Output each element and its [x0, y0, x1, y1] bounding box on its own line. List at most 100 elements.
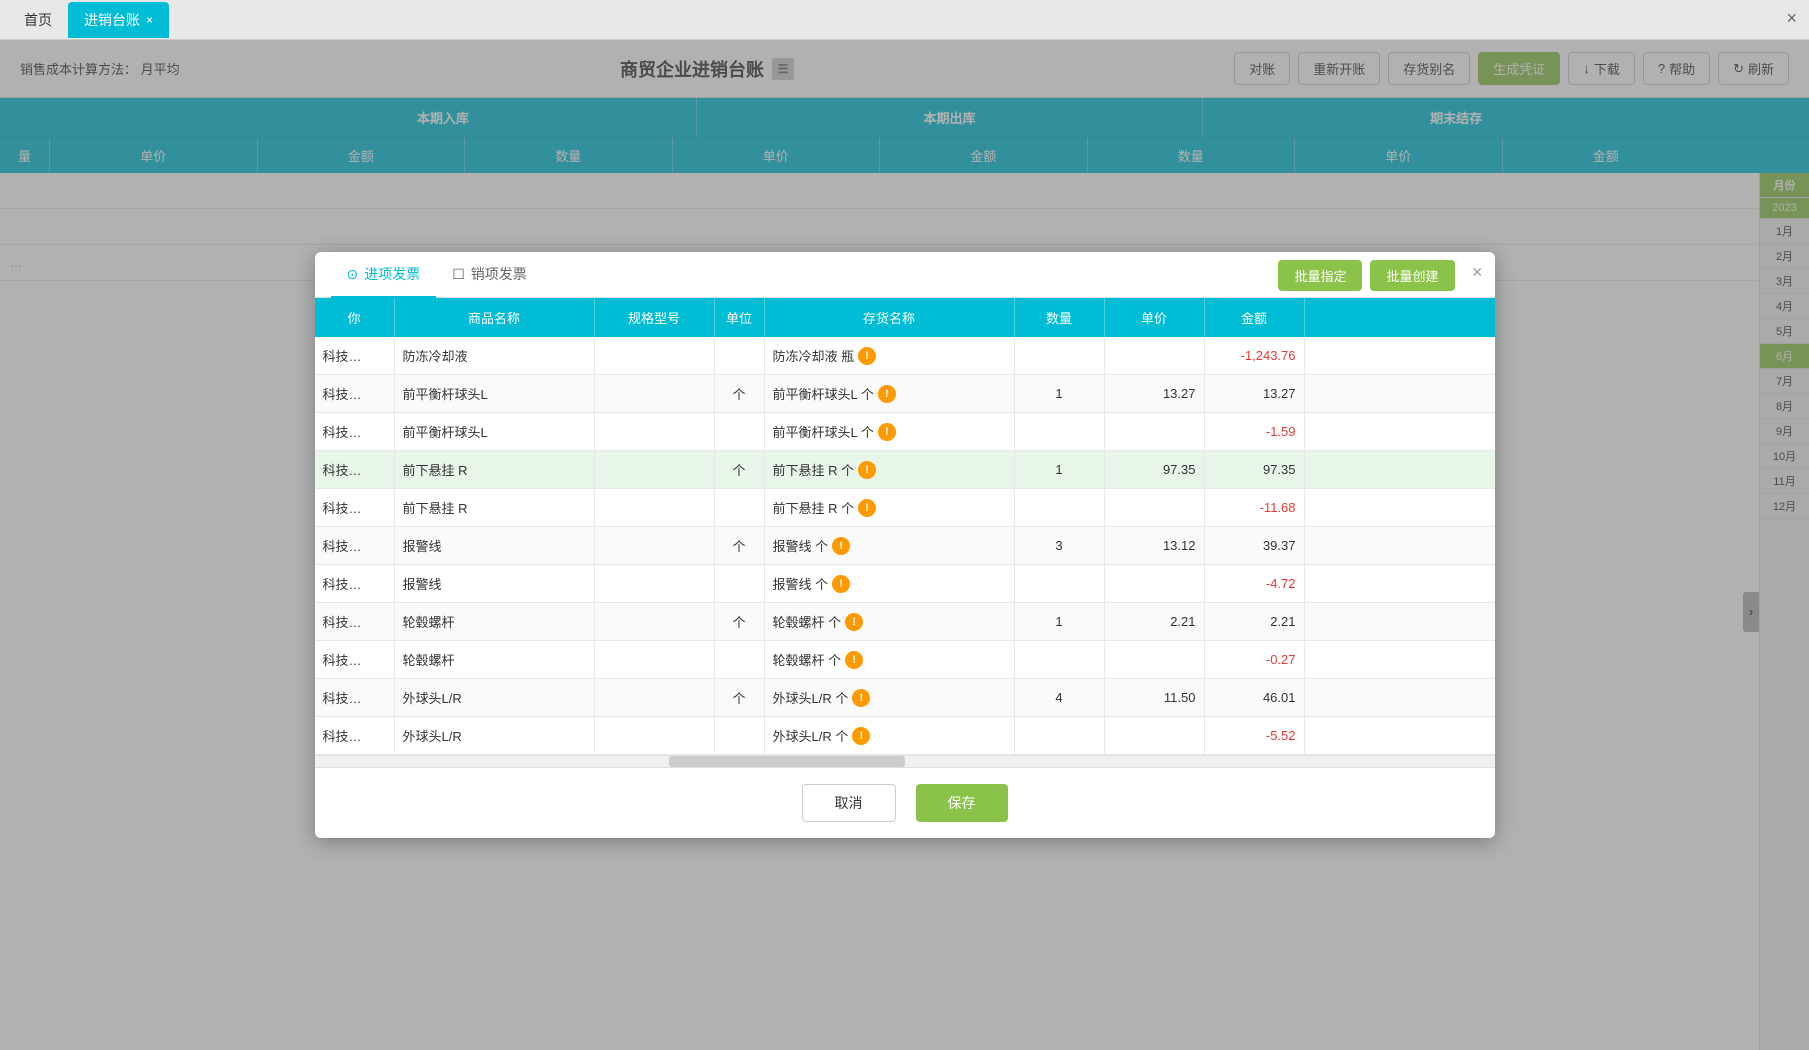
td-spec-2: [595, 413, 715, 450]
tab-home[interactable]: 首页: [8, 2, 68, 38]
warning-icon: !: [852, 727, 870, 745]
th-company: 你: [315, 298, 395, 337]
td-company-9: 科技…: [315, 679, 395, 716]
td-qty-10: [1015, 717, 1105, 754]
td-amount-8: -0.27: [1205, 641, 1305, 678]
warning-icon: !: [852, 689, 870, 707]
td-qty-2: [1015, 413, 1105, 450]
td-inventory-0: 防冻冷却液 瓶 !: [765, 337, 1015, 374]
warning-icon: !: [845, 613, 863, 631]
table-header-row: 你 商品名称 规格型号 单位 存货名称 数量 单价 金额: [315, 298, 1495, 337]
td-unit-4: [715, 489, 765, 526]
td-company-4: 科技…: [315, 489, 395, 526]
table-row[interactable]: 科技… 防冻冷却液 防冻冷却液 瓶 ! -1,243.76: [315, 337, 1495, 375]
td-unit-8: [715, 641, 765, 678]
window-close-button[interactable]: ×: [1786, 8, 1797, 29]
td-company-5: 科技…: [315, 527, 395, 564]
td-qty-8: [1015, 641, 1105, 678]
th-inventory-name: 存货名称: [765, 298, 1015, 337]
warning-icon: !: [878, 385, 896, 403]
dialog-close-button[interactable]: ×: [1472, 262, 1483, 283]
td-product-9: 外球头L/R: [395, 679, 595, 716]
warning-icon: !: [858, 499, 876, 517]
table-row[interactable]: 科技… 前平衡杆球头L 前平衡杆球头L 个 ! -1.59: [315, 413, 1495, 451]
td-spec-0: [595, 337, 715, 374]
table-row[interactable]: 科技… 前下悬挂 R 个 前下悬挂 R 个 ! 1 97.35 97.35: [315, 451, 1495, 489]
invoice-out-icon: ☐: [452, 266, 465, 283]
tab-close-ledger[interactable]: ×: [146, 13, 153, 27]
td-amount-10: -5.52: [1205, 717, 1305, 754]
table-row[interactable]: 科技… 前平衡杆球头L 个 前平衡杆球头L 个 ! 1 13.27 13.27: [315, 375, 1495, 413]
td-company-2: 科技…: [315, 413, 395, 450]
td-unit-5: 个: [715, 527, 765, 564]
cancel-button[interactable]: 取消: [802, 784, 896, 822]
td-spec-4: [595, 489, 715, 526]
td-unit-10: [715, 717, 765, 754]
td-spec-10: [595, 717, 715, 754]
td-company-3: 科技…: [315, 451, 395, 488]
td-unitprice-4: [1105, 489, 1205, 526]
td-unit-3: 个: [715, 451, 765, 488]
td-qty-1: 1: [1015, 375, 1105, 412]
td-inventory-2: 前平衡杆球头L 个 !: [765, 413, 1015, 450]
td-unit-7: 个: [715, 603, 765, 640]
tab-purchase-invoice[interactable]: ⊙ 进项发票: [331, 252, 437, 298]
save-button[interactable]: 保存: [916, 784, 1008, 822]
warning-icon: !: [832, 537, 850, 555]
dialog-header: ⊙ 进项发票 ☐ 销项发票 批量指定 批量创建 ×: [315, 252, 1495, 298]
td-unitprice-9: 11.50: [1105, 679, 1205, 716]
warning-icon: !: [845, 651, 863, 669]
table-row[interactable]: 科技… 前下悬挂 R 前下悬挂 R 个 ! -11.68: [315, 489, 1495, 527]
td-amount-7: 2.21: [1205, 603, 1305, 640]
td-unitprice-5: 13.12: [1105, 527, 1205, 564]
dialog-table: 你 商品名称 规格型号 单位 存货名称 数量 单价 金额 科技… 防冻冷却液 防…: [315, 298, 1495, 755]
td-company-1: 科技…: [315, 375, 395, 412]
td-product-7: 轮毂螺杆: [395, 603, 595, 640]
main-area: 销售成本计算方法： 月平均 商贸企业进销台账 ☰ 对账 重新开账 存货别名 生成…: [0, 40, 1809, 1050]
td-product-2: 前平衡杆球头L: [395, 413, 595, 450]
td-amount-4: -11.68: [1205, 489, 1305, 526]
invoice-dialog: ⊙ 进项发票 ☐ 销项发票 批量指定 批量创建 × 你 商品名称: [315, 252, 1495, 838]
th-unit: 单位: [715, 298, 765, 337]
td-unit-9: 个: [715, 679, 765, 716]
warning-icon: !: [878, 423, 896, 441]
scrollbar-thumb[interactable]: [669, 756, 905, 767]
td-inventory-5: 报警线 个 !: [765, 527, 1015, 564]
td-unit-0: [715, 337, 765, 374]
table-row[interactable]: 科技… 轮毂螺杆 个 轮毂螺杆 个 ! 1 2.21 2.21: [315, 603, 1495, 641]
td-amount-1: 13.27: [1205, 375, 1305, 412]
tab-bar: 首页 进销台账 × ×: [0, 0, 1809, 40]
table-row[interactable]: 科技… 外球头L/R 外球头L/R 个 ! -5.52: [315, 717, 1495, 755]
invoice-in-icon: ⊙: [347, 266, 359, 283]
td-amount-9: 46.01: [1205, 679, 1305, 716]
td-unit-2: [715, 413, 765, 450]
batch-create-button[interactable]: 批量创建: [1370, 260, 1454, 291]
batch-assign-button[interactable]: 批量指定: [1278, 260, 1362, 291]
td-inventory-7: 轮毂螺杆 个 !: [765, 603, 1015, 640]
table-row[interactable]: 科技… 报警线 个 报警线 个 ! 3 13.12 39.37: [315, 527, 1495, 565]
td-qty-7: 1: [1015, 603, 1105, 640]
td-inventory-1: 前平衡杆球头L 个 !: [765, 375, 1015, 412]
td-unit-1: 个: [715, 375, 765, 412]
table-row[interactable]: 科技… 轮毂螺杆 轮毂螺杆 个 ! -0.27: [315, 641, 1495, 679]
table-row[interactable]: 科技… 外球头L/R 个 外球头L/R 个 ! 4 11.50 46.01: [315, 679, 1495, 717]
th-unit-price: 单价: [1105, 298, 1205, 337]
td-product-5: 报警线: [395, 527, 595, 564]
td-product-6: 报警线: [395, 565, 595, 602]
td-product-1: 前平衡杆球头L: [395, 375, 595, 412]
table-body: 科技… 防冻冷却液 防冻冷却液 瓶 ! -1,243.76 科技… 前平衡杆球头…: [315, 337, 1495, 755]
td-unitprice-3: 97.35: [1105, 451, 1205, 488]
tab-ledger[interactable]: 进销台账 ×: [68, 2, 169, 38]
th-qty: 数量: [1015, 298, 1105, 337]
td-company-0: 科技…: [315, 337, 395, 374]
td-spec-1: [595, 375, 715, 412]
td-company-10: 科技…: [315, 717, 395, 754]
td-inventory-9: 外球头L/R 个 !: [765, 679, 1015, 716]
tab-sale-invoice[interactable]: ☐ 销项发票: [436, 252, 543, 298]
td-qty-3: 1: [1015, 451, 1105, 488]
dialog-scrollbar[interactable]: [315, 755, 1495, 767]
td-product-3: 前下悬挂 R: [395, 451, 595, 488]
td-amount-3: 97.35: [1205, 451, 1305, 488]
table-row[interactable]: 科技… 报警线 报警线 个 ! -4.72: [315, 565, 1495, 603]
td-product-4: 前下悬挂 R: [395, 489, 595, 526]
